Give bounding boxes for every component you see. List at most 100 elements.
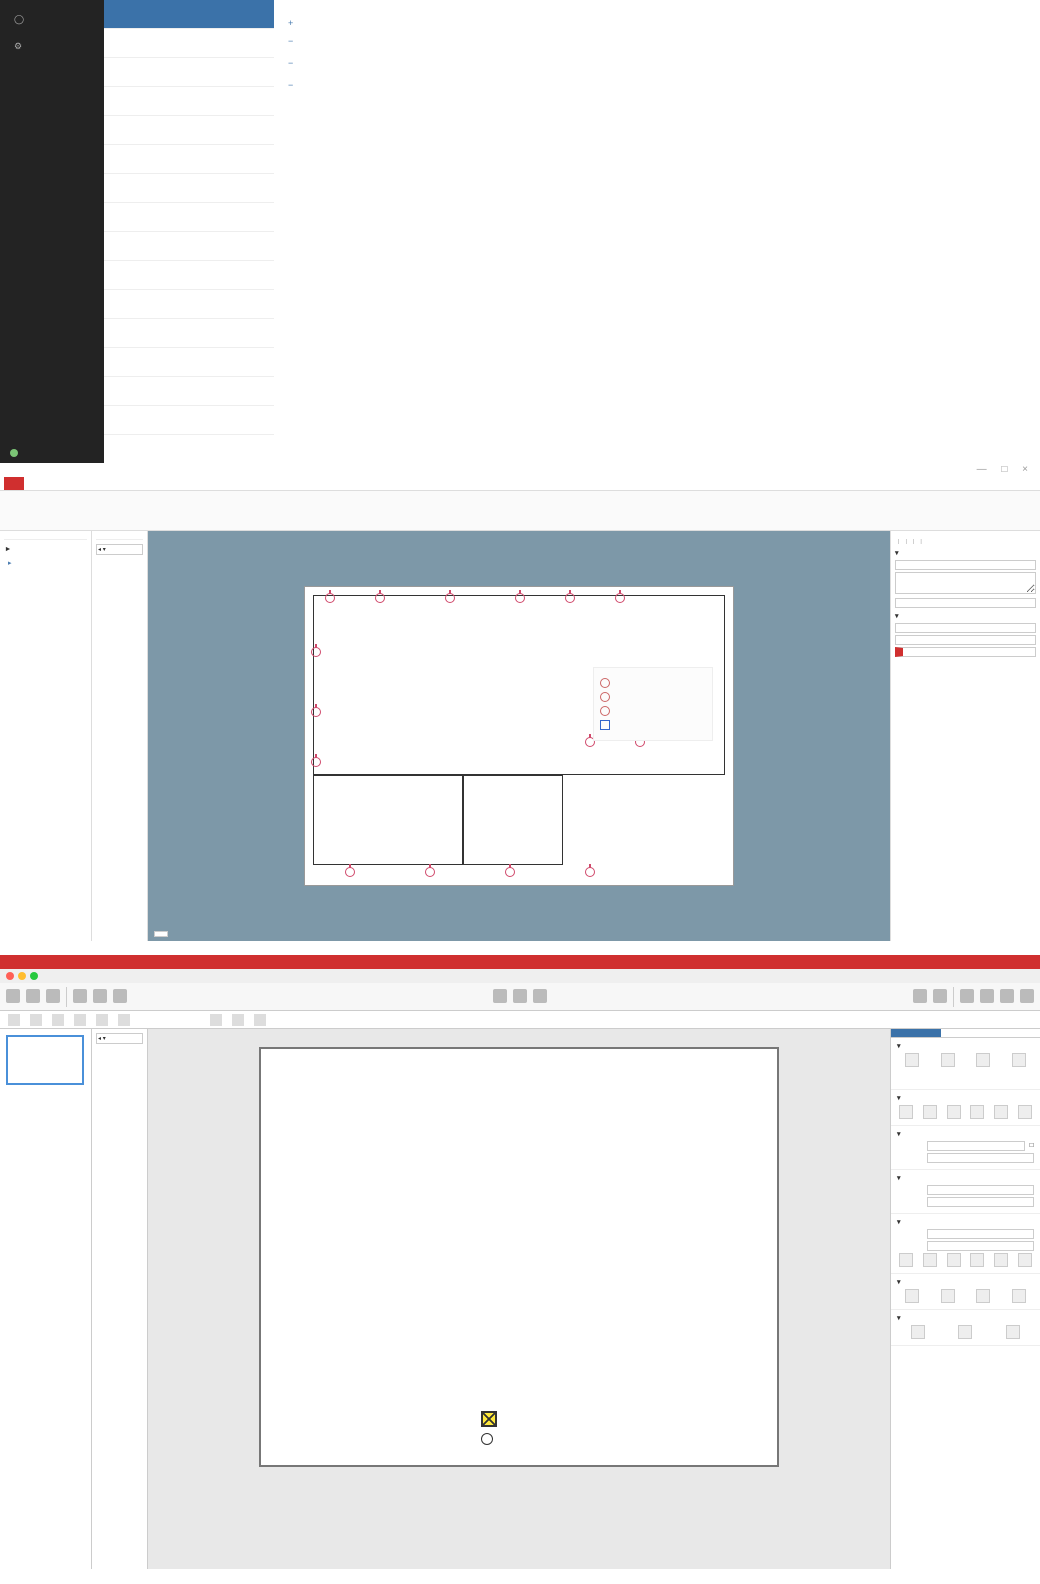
tb-info[interactable] [1000,989,1014,1004]
canvas-mac[interactable] [148,1029,890,1569]
outlet-icon[interactable] [585,867,595,877]
section-templates[interactable]: − [288,58,1026,68]
order-buttons[interactable] [897,1053,1034,1067]
drawing-tools [0,1011,1040,1029]
library-group-selector[interactable]: ◂ ▾ [96,544,143,555]
group-buttons[interactable] [897,1289,1034,1303]
tb-library[interactable] [113,989,127,1004]
angle-field[interactable] [927,1229,1034,1239]
outlet-icon[interactable] [505,867,515,877]
cat-plumbing[interactable] [104,290,274,319]
tool-fit-icon[interactable] [254,1014,266,1026]
tb-layers[interactable] [46,989,60,1004]
tb-pages[interactable] [26,989,40,1004]
info-tabs[interactable]: |||| [895,539,1036,545]
prop-tab-arrange[interactable] [891,1029,941,1037]
cat-ceiling[interactable] [104,319,274,348]
width-field[interactable] [927,1141,1025,1151]
tab-shape[interactable] [48,477,68,490]
lib-group-selector[interactable]: ◂ ▾ [96,1033,143,1044]
library-title [96,535,143,540]
tb-undo[interactable] [73,989,87,1004]
cat-security[interactable] [104,87,274,116]
page-thumb[interactable] [6,1035,84,1085]
desc-field[interactable] [895,572,1036,594]
outlet-icon[interactable] [311,647,321,657]
outlet-icon[interactable] [515,593,525,603]
tb-present[interactable] [1020,989,1034,1004]
tb-tree[interactable] [533,989,547,1004]
cat-fire[interactable] [104,29,274,58]
height-field[interactable] [927,1153,1034,1163]
nav-preferences[interactable]: ⚙ [0,33,104,60]
cat-school[interactable] [104,348,274,377]
layer-field[interactable] [895,647,1036,657]
cat-office[interactable] [104,261,274,290]
tool-ellipse-icon[interactable] [74,1014,86,1026]
keywords-field[interactable] [895,598,1036,608]
tb-snap[interactable] [913,989,927,1004]
section-samples[interactable]: − [288,36,1026,46]
solutions-root[interactable]: ▸ [4,540,87,557]
canvas[interactable] [148,531,890,941]
make-same-buttons[interactable] [897,1325,1034,1339]
tab-file[interactable] [4,477,24,490]
tab-document[interactable] [70,477,90,490]
cat-floor[interactable] [104,145,274,174]
subid-field[interactable] [895,635,1036,645]
mac-titlebar [0,969,1040,983]
tool-rect-icon[interactable] [52,1014,64,1026]
tab-share[interactable] [114,477,134,490]
prop-tab-format[interactable] [941,1029,991,1037]
tool-pointer-icon[interactable] [8,1014,20,1026]
outlet-icon[interactable] [445,593,455,603]
tool-line-icon[interactable] [30,1014,42,1026]
window-controls[interactable]: — □ × [977,464,1034,475]
outlet-icon[interactable] [311,757,321,767]
outlet-icon[interactable] [311,707,321,717]
outlet-icon[interactable] [325,593,335,603]
id-field[interactable] [895,623,1036,633]
outlet-icon[interactable] [565,593,575,603]
align-buttons[interactable] [897,1105,1034,1119]
pin-field[interactable] [927,1241,1034,1251]
y-field[interactable] [927,1197,1034,1207]
tab-home[interactable] [26,477,46,490]
prop-tab-text[interactable] [990,1029,1040,1037]
outlet-icon[interactable] [345,867,355,877]
tab-view[interactable] [92,477,112,490]
tb-grid[interactable] [933,989,947,1004]
tb-format[interactable] [960,989,974,1004]
cat-seating[interactable] [104,377,274,406]
nav-about[interactable]: ◯ [0,6,104,33]
tool-text-icon[interactable] [96,1014,108,1026]
cat-hvac[interactable] [104,232,274,261]
section-libraries[interactable]: − [288,80,1026,90]
outlet-icon[interactable] [375,593,385,603]
user-badge[interactable] [10,449,18,457]
tb-solutions[interactable] [6,989,20,1004]
cat-plant[interactable] [104,58,274,87]
mac-window-controls[interactable] [6,972,38,980]
section-solution-info[interactable]: + [288,18,1026,28]
tool-hand-icon[interactable] [232,1014,244,1026]
cat-cafe[interactable] [104,116,274,145]
cat-site[interactable] [104,406,274,435]
x-field[interactable] [927,1185,1034,1195]
outlet-icon[interactable] [615,593,625,603]
outlet-icon[interactable] [425,867,435,877]
tool-pen-icon[interactable] [118,1014,130,1026]
tool-zoom-icon[interactable] [210,1014,222,1026]
cat-electric-telecom[interactable] [104,0,274,29]
name-field[interactable] [895,560,1036,570]
tb-chain[interactable] [513,989,527,1004]
tb-brand[interactable] [493,989,507,1004]
rotate-buttons[interactable] [897,1253,1034,1267]
cat-landscape[interactable] [104,203,274,232]
tb-hypernote[interactable] [980,989,994,1004]
cat-gym[interactable] [104,174,274,203]
solution-browser: ◯ ⚙ + − − − [0,0,1040,463]
sheet-tab[interactable] [154,931,168,937]
solutions-sub[interactable]: ▸ [4,557,87,569]
tb-redo[interactable] [93,989,107,1004]
